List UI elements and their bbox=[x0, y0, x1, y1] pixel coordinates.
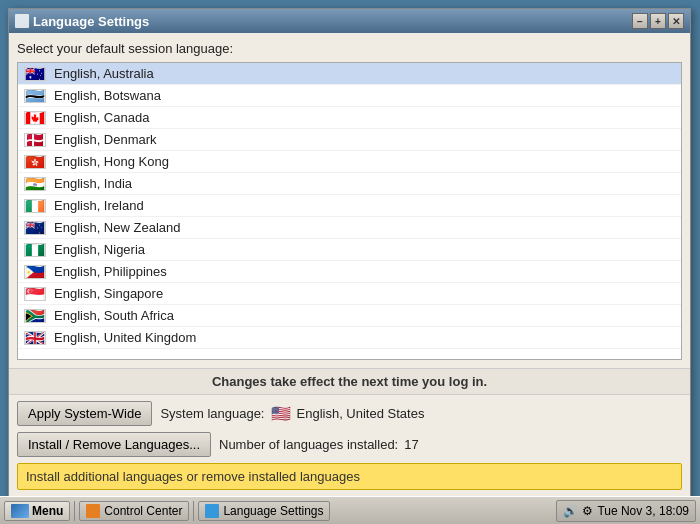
menu-icon bbox=[11, 504, 29, 518]
dialog-window: Language Settings − + ✕ Select your defa… bbox=[8, 8, 691, 524]
close-title-button[interactable]: ✕ bbox=[668, 13, 684, 29]
system-language-flag: 🇺🇸 bbox=[271, 404, 291, 423]
system-language-label: System language: bbox=[160, 406, 264, 421]
network-icon: ⚙ bbox=[582, 504, 593, 518]
window-icon bbox=[15, 14, 29, 28]
volume-icon: 🔊 bbox=[563, 504, 578, 518]
language-name: English, Denmark bbox=[54, 132, 157, 147]
taskbar-sep-2 bbox=[193, 501, 194, 521]
hint-text: Install additional languages or remove i… bbox=[26, 469, 360, 484]
num-languages-info: Number of languages installed: 17 bbox=[219, 437, 419, 452]
dialog-content: Select your default session language: 🇦🇺… bbox=[9, 33, 690, 368]
control-center-label: Control Center bbox=[104, 504, 182, 518]
list-item[interactable]: 🇧🇼 English, Botswana bbox=[18, 85, 681, 107]
status-text: Changes take effect the next time you lo… bbox=[212, 374, 487, 389]
flag-icon: 🇮🇳 bbox=[24, 177, 46, 191]
flag-icon: 🇩🇰 bbox=[24, 133, 46, 147]
apply-row: Apply System-Wide System language: 🇺🇸 En… bbox=[9, 395, 690, 432]
language-name: English, Australia bbox=[54, 66, 154, 81]
list-item[interactable]: 🇭🇰 English, Hong Kong bbox=[18, 151, 681, 173]
flag-icon: 🇳🇿 bbox=[24, 221, 46, 235]
list-item[interactable]: 🇬🇧 English, United Kingdom bbox=[18, 327, 681, 349]
titlebar-controls: − + ✕ bbox=[632, 13, 684, 29]
list-item[interactable]: 🇨🇦 English, Canada bbox=[18, 107, 681, 129]
list-item[interactable]: 🇸🇬 English, Singapore bbox=[18, 283, 681, 305]
titlebar-left: Language Settings bbox=[15, 14, 149, 29]
taskbar-sep-1 bbox=[74, 501, 75, 521]
num-languages-value: 17 bbox=[404, 437, 418, 452]
hint-bar: Install additional languages or remove i… bbox=[17, 463, 682, 490]
flag-icon: 🇸🇬 bbox=[24, 287, 46, 301]
flag-icon: 🇦🇺 bbox=[24, 67, 46, 81]
language-list[interactable]: 🇦🇺 English, Australia 🇧🇼 English, Botswana 🇨… bbox=[17, 62, 682, 360]
list-item[interactable]: 🇮🇪 English, Ireland bbox=[18, 195, 681, 217]
language-name: English, India bbox=[54, 176, 132, 191]
install-remove-button[interactable]: Install / Remove Languages... bbox=[17, 432, 211, 457]
num-languages-label: Number of languages installed: bbox=[219, 437, 398, 452]
maximize-button[interactable]: + bbox=[650, 13, 666, 29]
language-name: English, Nigeria bbox=[54, 242, 145, 257]
titlebar: Language Settings − + ✕ bbox=[9, 9, 690, 33]
language-name: English, New Zealand bbox=[54, 220, 180, 235]
language-name: English, Singapore bbox=[54, 286, 163, 301]
flag-icon: 🇭🇰 bbox=[24, 155, 46, 169]
taskbar-tray: 🔊 ⚙ Tue Nov 3, 18:09 bbox=[556, 500, 696, 522]
menu-label: Menu bbox=[32, 504, 63, 518]
flag-icon: 🇨🇦 bbox=[24, 111, 46, 125]
language-name: English, Hong Kong bbox=[54, 154, 169, 169]
list-item[interactable]: 🇦🇺 English, Australia bbox=[18, 63, 681, 85]
language-name: English, Philippines bbox=[54, 264, 167, 279]
language-name: English, United Kingdom bbox=[54, 330, 196, 345]
flag-icon: 🇵🇭 bbox=[24, 265, 46, 279]
language-name: English, Canada bbox=[54, 110, 149, 125]
flag-icon: 🇳🇬 bbox=[24, 243, 46, 257]
list-item[interactable]: 🇮🇳 English, India bbox=[18, 173, 681, 195]
list-item[interactable]: 🇵🇭 English, Philippines bbox=[18, 261, 681, 283]
menu-button[interactable]: Menu bbox=[4, 501, 70, 521]
select-language-label: Select your default session language: bbox=[17, 41, 682, 56]
minimize-button[interactable]: − bbox=[632, 13, 648, 29]
clock: Tue Nov 3, 18:09 bbox=[597, 504, 689, 518]
language-name: English, Botswana bbox=[54, 88, 161, 103]
taskbar-app-language-settings[interactable]: Language Settings bbox=[198, 501, 330, 521]
language-settings-label: Language Settings bbox=[223, 504, 323, 518]
taskbar: Menu Control Center Language Settings 🔊 … bbox=[0, 496, 700, 524]
list-item[interactable]: 🇿🇦 English, South Africa bbox=[18, 305, 681, 327]
list-item[interactable]: 🇳🇬 English, Nigeria bbox=[18, 239, 681, 261]
status-bar: Changes take effect the next time you lo… bbox=[9, 368, 690, 395]
control-center-icon bbox=[86, 504, 100, 518]
taskbar-app-control-center[interactable]: Control Center bbox=[79, 501, 189, 521]
flag-icon: 🇬🇧 bbox=[24, 331, 46, 345]
apply-system-wide-button[interactable]: Apply System-Wide bbox=[17, 401, 152, 426]
flag-icon: 🇿🇦 bbox=[24, 309, 46, 323]
dialog-title: Language Settings bbox=[33, 14, 149, 29]
system-language-info: System language: 🇺🇸 English, United Stat… bbox=[160, 404, 424, 423]
language-settings-icon bbox=[205, 504, 219, 518]
language-name: English, South Africa bbox=[54, 308, 174, 323]
flag-icon: 🇮🇪 bbox=[24, 199, 46, 213]
flag-icon: 🇧🇼 bbox=[24, 89, 46, 103]
list-item[interactable]: 🇩🇰 English, Denmark bbox=[18, 129, 681, 151]
list-item[interactable]: 🇳🇿 English, New Zealand bbox=[18, 217, 681, 239]
system-language-value: English, United States bbox=[297, 406, 425, 421]
language-name: English, Ireland bbox=[54, 198, 144, 213]
install-row: Install / Remove Languages... Number of … bbox=[9, 432, 690, 463]
taskbar-right: 🔊 ⚙ Tue Nov 3, 18:09 bbox=[556, 500, 696, 522]
